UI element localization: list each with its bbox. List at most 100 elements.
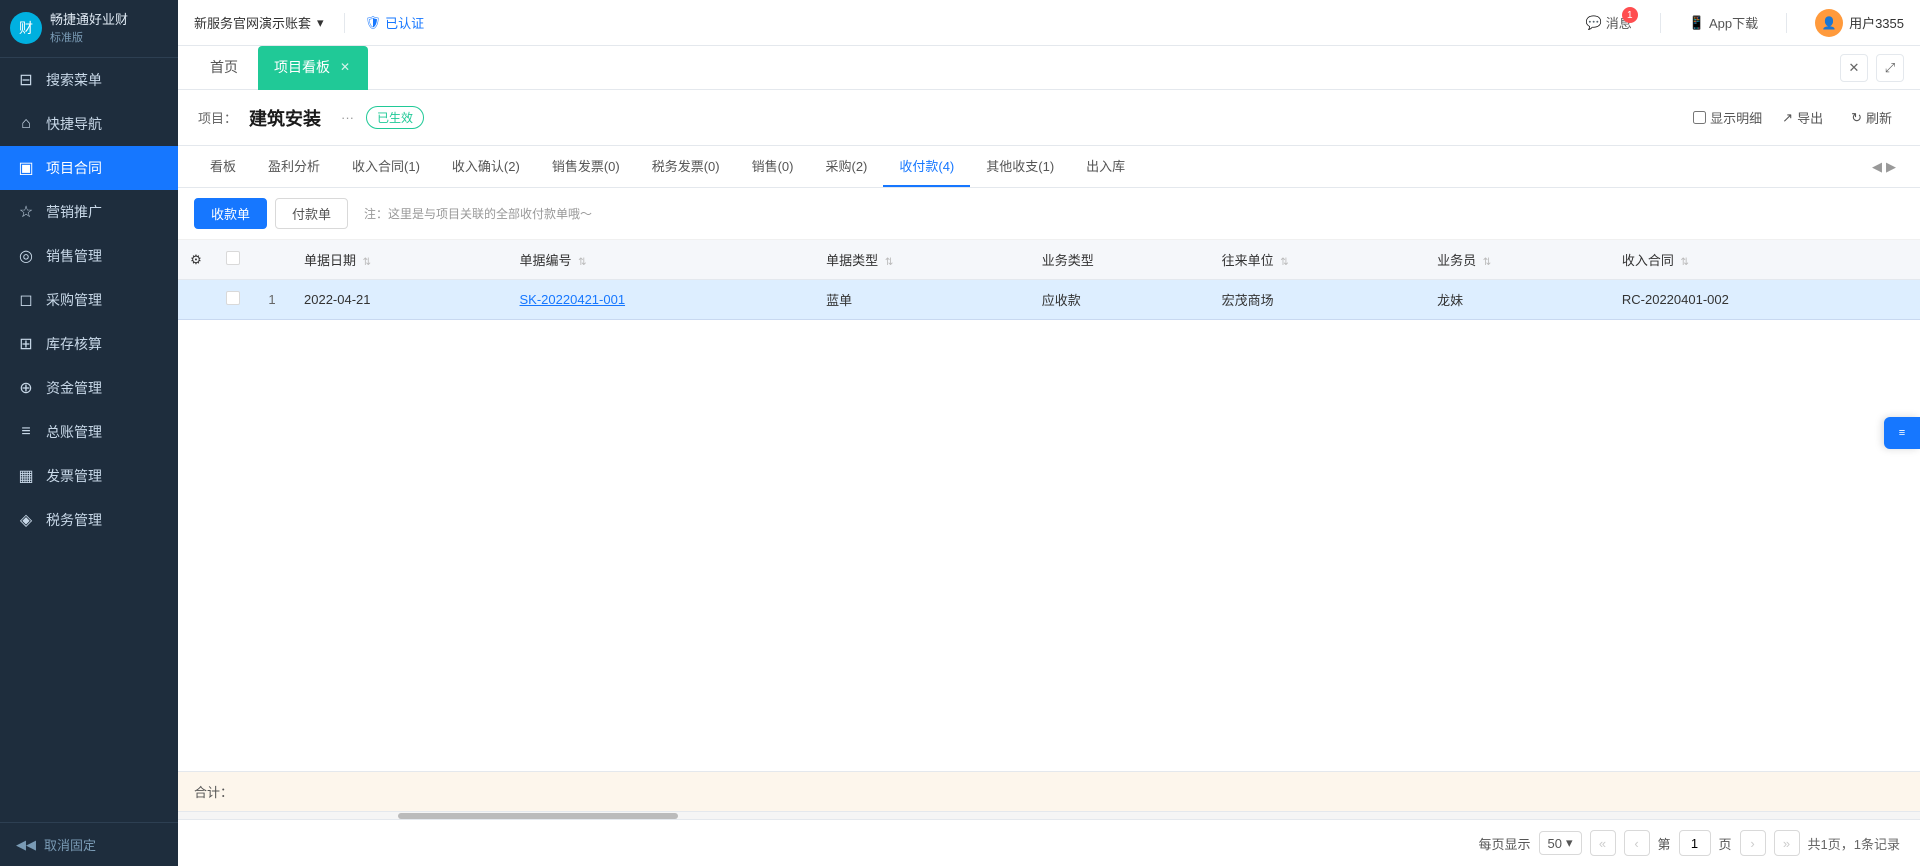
sidebar-item-label: 采购管理 xyxy=(46,290,102,310)
subtab-income-contract-label: 收入合同(1) xyxy=(352,159,420,174)
export-button[interactable]: ↗ 导出 xyxy=(1774,104,1831,131)
total-label: 合计： xyxy=(194,782,233,801)
sidebar-item-project[interactable]: ▣ 项目合同 xyxy=(0,146,178,190)
sidebar-item-tax[interactable]: ◈ 税务管理 xyxy=(0,498,178,542)
subtab-tax-invoice[interactable]: 税务发票(0) xyxy=(636,146,736,187)
th-partner-label: 往来单位 xyxy=(1222,253,1274,268)
sidebar-item-purchase[interactable]: ◻ 采购管理 xyxy=(0,278,178,322)
prev-page-button[interactable]: ‹ xyxy=(1624,830,1650,856)
settings-icon[interactable]: ⚙ xyxy=(190,252,202,267)
sidebar-item-label: 库存核算 xyxy=(46,334,102,354)
subtab-inout-label: 出入库 xyxy=(1086,159,1125,174)
document-number-link[interactable]: SK-20220421-001 xyxy=(520,292,626,307)
subtab-sales[interactable]: 销售(0) xyxy=(736,146,810,187)
td-number[interactable]: SK-20220421-001 xyxy=(508,280,815,320)
payment-filter-button[interactable]: 付款单 xyxy=(275,198,348,229)
tab-home[interactable]: 首页 xyxy=(194,46,254,90)
th-settings[interactable]: ⚙ xyxy=(178,240,214,280)
show-detail-input[interactable] xyxy=(1693,111,1706,124)
sort-icon: ⇅ xyxy=(363,257,371,268)
page-total-label: 共1页，1条记录 xyxy=(1808,834,1900,853)
th-date[interactable]: 单据日期 ⇅ xyxy=(292,240,508,280)
subtab-other-expense[interactable]: 其他收支(1) xyxy=(970,146,1070,187)
float-action-button[interactable]: ≡ xyxy=(1884,417,1920,449)
sidebar-item-ledger[interactable]: ≡ 总账管理 xyxy=(0,410,178,454)
app-download-label: App下载 xyxy=(1709,13,1758,32)
td-settings xyxy=(178,280,214,320)
subtab-receipt[interactable]: 收付款(4) xyxy=(883,146,970,187)
sidebar-item-search[interactable]: ⊟ 搜索菜单 xyxy=(0,58,178,102)
th-biz-type: 业务类型 xyxy=(1030,240,1210,280)
expand-icon: ⤢ xyxy=(1885,60,1895,76)
page-content: 项目： 建筑安装 ··· 已生效 显示明细 ↗ 导出 ↻ 刷新 xyxy=(178,90,1920,866)
pagination: 每页显示 50 ▾ « ‹ 第 页 › » 共1页，1条记录 xyxy=(178,819,1920,866)
th-partner[interactable]: 往来单位 ⇅ xyxy=(1210,240,1426,280)
next-subtab-icon[interactable]: ▶ xyxy=(1886,159,1896,175)
subtab-sales-label: 销售(0) xyxy=(752,159,794,174)
th-income-contract[interactable]: 收入合同 ⇅ xyxy=(1610,240,1920,280)
user-menu[interactable]: 👤 用户3355 xyxy=(1815,9,1904,37)
first-page-icon: « xyxy=(1599,836,1606,851)
page-size-select[interactable]: 50 ▾ xyxy=(1539,831,1582,855)
expand-window-button[interactable]: ⤢ xyxy=(1876,54,1904,82)
inventory-icon: ⊞ xyxy=(16,334,36,354)
td-date: 2022-04-21 xyxy=(292,280,508,320)
th-salesman[interactable]: 业务员 ⇅ xyxy=(1425,240,1610,280)
show-detail-checkbox[interactable]: 显示明细 xyxy=(1693,108,1762,127)
subtab-sales-invoice[interactable]: 销售发票(0) xyxy=(536,146,636,187)
sidebar-item-marketing[interactable]: ☆ 营销推广 xyxy=(0,190,178,234)
th-type[interactable]: 单据类型 ⇅ xyxy=(814,240,1030,280)
filter-note: 注：这里是与项目关联的全部收付款单哦～ xyxy=(364,205,592,222)
prev-subtab-icon[interactable]: ◀ xyxy=(1872,159,1882,175)
refresh-label: 刷新 xyxy=(1866,108,1892,127)
project-name: 建筑安装 xyxy=(249,105,321,131)
table-scrollbar[interactable] xyxy=(178,811,1920,819)
select-all-checkbox[interactable] xyxy=(226,251,240,265)
close-window-button[interactable]: ✕ xyxy=(1840,54,1868,82)
last-page-icon: » xyxy=(1783,836,1790,851)
subtab-income-contract[interactable]: 收入合同(1) xyxy=(336,146,436,187)
sidebar-item-label: 发票管理 xyxy=(46,466,102,486)
last-page-button[interactable]: » xyxy=(1774,830,1800,856)
refresh-button[interactable]: ↻ 刷新 xyxy=(1843,104,1900,131)
scrollbar-thumb[interactable] xyxy=(398,813,678,819)
th-checkbox[interactable] xyxy=(214,240,252,280)
tabbar-actions: ✕ ⤢ xyxy=(1840,54,1904,82)
next-page-icon: › xyxy=(1750,836,1754,851)
sidebar-item-invoice[interactable]: ▦ 发票管理 xyxy=(0,454,178,498)
app-download-button[interactable]: 📱 App下载 xyxy=(1689,13,1758,32)
subtab-profit[interactable]: 盈利分析 xyxy=(252,146,336,187)
sidebar-item-inventory[interactable]: ⊞ 库存核算 xyxy=(0,322,178,366)
th-salesman-label: 业务员 xyxy=(1437,253,1476,268)
subtab-inout[interactable]: 出入库 xyxy=(1070,146,1141,187)
ledger-icon: ≡ xyxy=(16,423,36,441)
th-date-label: 单据日期 xyxy=(304,253,356,268)
row-checkbox[interactable] xyxy=(226,291,240,305)
td-biz-type: 应收款 xyxy=(1030,280,1210,320)
sort-icon: ⇅ xyxy=(1681,257,1689,268)
tab-close-icon[interactable]: ✕ xyxy=(338,58,352,76)
tab-project-board[interactable]: 项目看板 ✕ xyxy=(258,46,368,90)
export-icon: ↗ xyxy=(1782,110,1793,126)
topbar-divider3 xyxy=(1786,13,1787,33)
first-page-button[interactable]: « xyxy=(1590,830,1616,856)
unpin-button[interactable]: ◀◀ 取消固定 xyxy=(0,822,178,866)
subfilter: 收款单 付款单 注：这里是与项目关联的全部收付款单哦～ xyxy=(178,188,1920,240)
sidebar-item-funds[interactable]: ⊕ 资金管理 xyxy=(0,366,178,410)
sidebar-item-shortcut[interactable]: ⌂ 快捷导航 xyxy=(0,102,178,146)
search-icon: ⊟ xyxy=(16,70,36,90)
subtab-income-confirm[interactable]: 收入确认(2) xyxy=(436,146,536,187)
more-options-icon[interactable]: ··· xyxy=(341,110,354,125)
page-number-input[interactable] xyxy=(1679,830,1711,856)
sidebar: 财 畅捷通好业财 标准版 ⊟ 搜索菜单 ⌂ 快捷导航 ▣ 项目合同 ☆ 营销推广… xyxy=(0,0,178,866)
subtab-board[interactable]: 看板 xyxy=(194,146,252,187)
td-checkbox[interactable] xyxy=(214,280,252,320)
th-number[interactable]: 单据编号 ⇅ xyxy=(508,240,815,280)
next-page-button[interactable]: › xyxy=(1740,830,1766,856)
sidebar-item-sales[interactable]: ◎ 销售管理 xyxy=(0,234,178,278)
project-selector[interactable]: 新服务官网演示账套 ▾ xyxy=(194,13,324,32)
user-name: 用户3355 xyxy=(1849,13,1904,32)
receipt-filter-button[interactable]: 收款单 xyxy=(194,198,267,229)
subtab-purchase[interactable]: 采购(2) xyxy=(809,146,883,187)
message-button[interactable]: 💬 消息 1 xyxy=(1586,13,1632,32)
